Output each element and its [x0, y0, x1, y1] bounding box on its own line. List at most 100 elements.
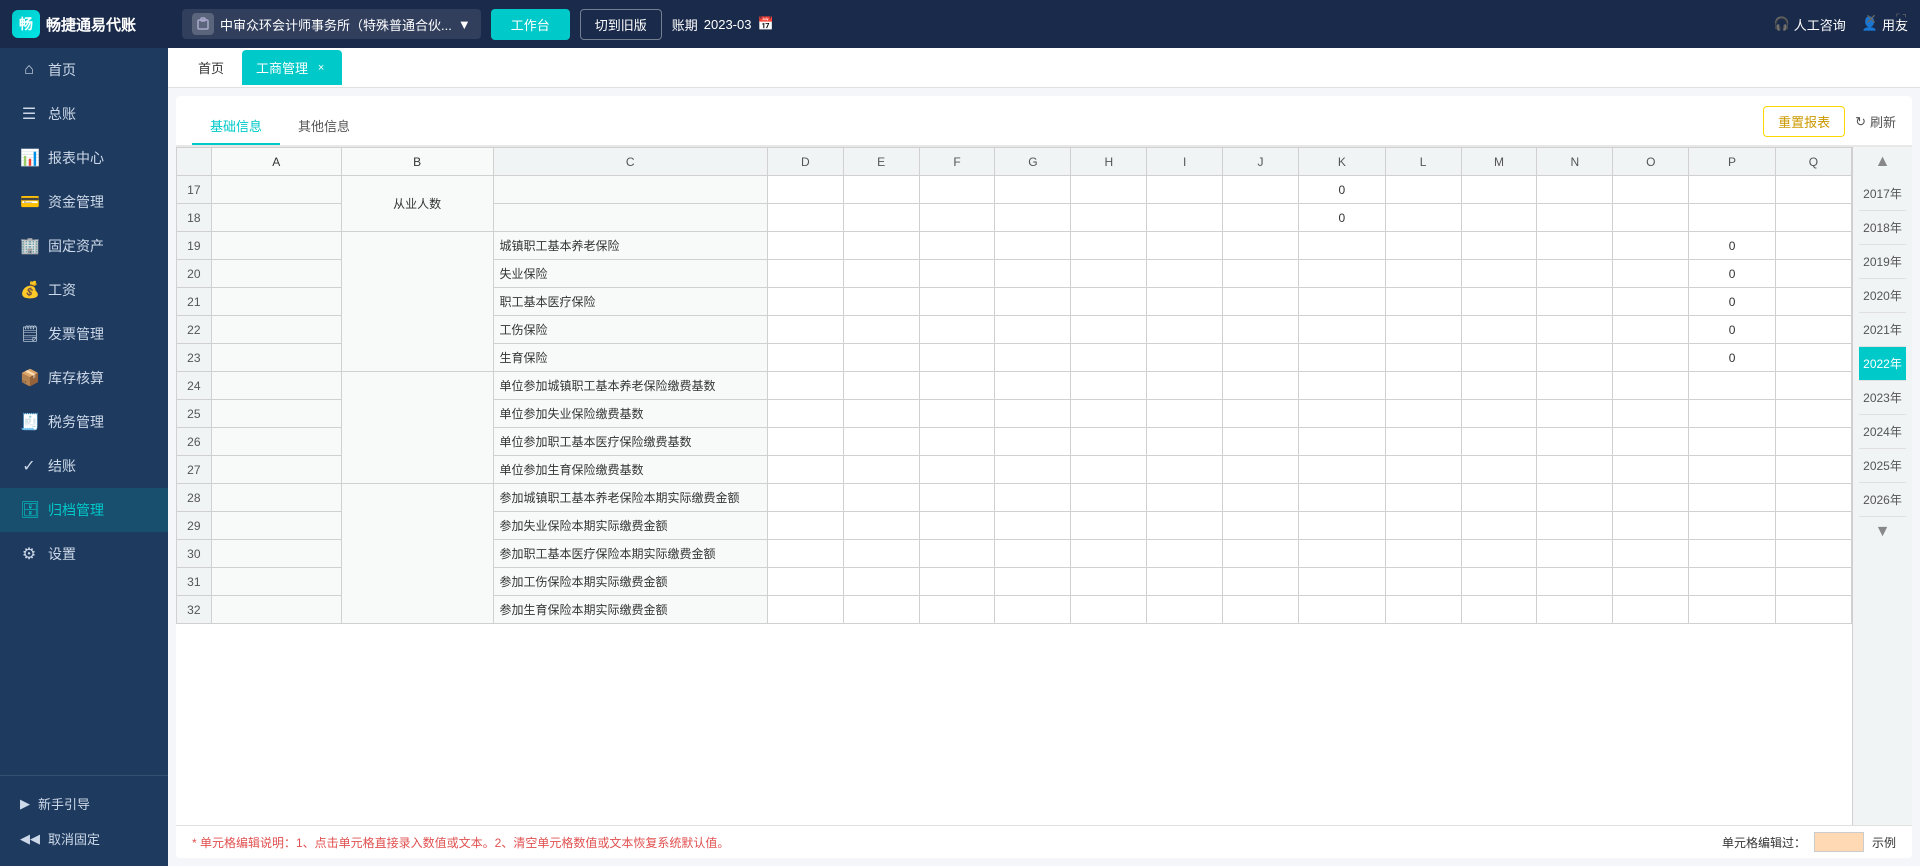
- old-ver-button[interactable]: 切到旧版: [580, 9, 662, 40]
- cell-a-5[interactable]: [211, 316, 341, 344]
- cell-14-2[interactable]: [1613, 232, 1689, 260]
- cell-6-11[interactable]: [995, 484, 1071, 512]
- cell-p-6[interactable]: 0: [1689, 344, 1776, 372]
- cell-q-13[interactable]: [1775, 540, 1851, 568]
- cell-c-8[interactable]: 单位参加失业保险缴费基数: [493, 400, 767, 428]
- cell-k-5[interactable]: [1298, 316, 1385, 344]
- cell-5-3[interactable]: [919, 260, 995, 288]
- year-item-2018年[interactable]: 2018年: [1859, 211, 1906, 245]
- cell-9-12[interactable]: [1223, 512, 1299, 540]
- cell-5-9[interactable]: [919, 428, 995, 456]
- cell-13-9[interactable]: [1537, 428, 1613, 456]
- cell-13-4[interactable]: [1537, 288, 1613, 316]
- cell-p-7[interactable]: [1689, 372, 1776, 400]
- cell-12-15[interactable]: [1461, 596, 1537, 624]
- cell-11-9[interactable]: [1385, 428, 1461, 456]
- cell-3-2[interactable]: [767, 232, 843, 260]
- cell-c-2[interactable]: 城镇职工基本养老保险: [493, 232, 767, 260]
- cell-4-4[interactable]: [843, 288, 919, 316]
- cell-7-5[interactable]: [1071, 316, 1147, 344]
- cell-12-9[interactable]: [1461, 428, 1537, 456]
- cell-12-5[interactable]: [1461, 316, 1537, 344]
- cell-9-5[interactable]: [1223, 316, 1299, 344]
- cell-4-13[interactable]: [843, 540, 919, 568]
- cell-8-6[interactable]: [1147, 344, 1223, 372]
- cell-q-6[interactable]: [1775, 344, 1851, 372]
- cell-a-9[interactable]: [211, 428, 341, 456]
- cell-c-4[interactable]: 职工基本医疗保险: [493, 288, 767, 316]
- cell-a-2[interactable]: [211, 232, 341, 260]
- cell-6-8[interactable]: [995, 400, 1071, 428]
- cell-c-5[interactable]: 工伤保险: [493, 316, 767, 344]
- cell-9-6[interactable]: [1223, 344, 1299, 372]
- cell-7-14[interactable]: [1071, 568, 1147, 596]
- cell-b-0[interactable]: 从业人数: [341, 176, 493, 232]
- cell-7-10[interactable]: [1071, 456, 1147, 484]
- cell-14-1[interactable]: [1613, 204, 1689, 232]
- cell-14-0[interactable]: [1613, 176, 1689, 204]
- cell-k-7[interactable]: [1298, 372, 1385, 400]
- cell-4-12[interactable]: [843, 512, 919, 540]
- cell-p-4[interactable]: 0: [1689, 288, 1776, 316]
- cell-8-2[interactable]: [1147, 232, 1223, 260]
- sidebar-item-assets[interactable]: 🏢 固定资产: [0, 224, 168, 268]
- sidebar-item-home[interactable]: ⌂ 首页: [0, 48, 168, 92]
- cell-6-5[interactable]: [995, 316, 1071, 344]
- cell-13-6[interactable]: [1537, 344, 1613, 372]
- cell-a-12[interactable]: [211, 512, 341, 540]
- cell-13-8[interactable]: [1537, 400, 1613, 428]
- sidebar-item-closing[interactable]: ✓ 结账: [0, 444, 168, 488]
- cell-9-7[interactable]: [1223, 372, 1299, 400]
- cell-6-2[interactable]: [995, 232, 1071, 260]
- cell-13-12[interactable]: [1537, 512, 1613, 540]
- cell-6-6[interactable]: [995, 344, 1071, 372]
- cell-7-7[interactable]: [1071, 372, 1147, 400]
- cell-q-11[interactable]: [1775, 484, 1851, 512]
- sub-tab-basic[interactable]: 基础信息: [192, 108, 280, 145]
- cell-q-5[interactable]: [1775, 316, 1851, 344]
- cell-11-15[interactable]: [1385, 596, 1461, 624]
- cell-12-13[interactable]: [1461, 540, 1537, 568]
- cell-11-7[interactable]: [1385, 372, 1461, 400]
- cell-8-5[interactable]: [1147, 316, 1223, 344]
- cell-9-14[interactable]: [1223, 568, 1299, 596]
- cell-9-8[interactable]: [1223, 400, 1299, 428]
- cell-7-1[interactable]: [1071, 204, 1147, 232]
- cell-12-2[interactable]: [1461, 232, 1537, 260]
- cell-7-2[interactable]: [1071, 232, 1147, 260]
- cell-13-15[interactable]: [1537, 596, 1613, 624]
- sidebar-item-settings[interactable]: ⚙ 设置: [0, 532, 168, 576]
- cell-p-2[interactable]: 0: [1689, 232, 1776, 260]
- cell-7-4[interactable]: [1071, 288, 1147, 316]
- cell-6-7[interactable]: [995, 372, 1071, 400]
- cell-3-8[interactable]: [767, 400, 843, 428]
- cell-c-6[interactable]: 生育保险: [493, 344, 767, 372]
- cell-c-13[interactable]: 参加职工基本医疗保险本期实际缴费金额: [493, 540, 767, 568]
- cell-14-11[interactable]: [1613, 484, 1689, 512]
- cell-5-0[interactable]: [919, 176, 995, 204]
- cell-8-9[interactable]: [1147, 428, 1223, 456]
- year-nav-down[interactable]: ▼: [1853, 517, 1912, 547]
- cell-6-1[interactable]: [995, 204, 1071, 232]
- cell-12-8[interactable]: [1461, 400, 1537, 428]
- cell-11-4[interactable]: [1385, 288, 1461, 316]
- cell-14-7[interactable]: [1613, 372, 1689, 400]
- year-item-2021年[interactable]: 2021年: [1859, 313, 1906, 347]
- cell-14-9[interactable]: [1613, 428, 1689, 456]
- year-item-2022年[interactable]: 2022年: [1859, 347, 1906, 381]
- cell-a-8[interactable]: [211, 400, 341, 428]
- cell-11-3[interactable]: [1385, 260, 1461, 288]
- cell-q-14[interactable]: [1775, 568, 1851, 596]
- cell-p-0[interactable]: [1689, 176, 1776, 204]
- cell-k-8[interactable]: [1298, 400, 1385, 428]
- cell-8-1[interactable]: [1147, 204, 1223, 232]
- cell-b-2[interactable]: [341, 232, 493, 372]
- cell-9-15[interactable]: [1223, 596, 1299, 624]
- cell-5-13[interactable]: [919, 540, 995, 568]
- cell-p-9[interactable]: [1689, 428, 1776, 456]
- sidebar-item-archive[interactable]: 🗄 归档管理: [0, 488, 168, 532]
- cell-4-5[interactable]: [843, 316, 919, 344]
- cell-q-15[interactable]: [1775, 596, 1851, 624]
- cell-14-6[interactable]: [1613, 344, 1689, 372]
- cell-4-11[interactable]: [843, 484, 919, 512]
